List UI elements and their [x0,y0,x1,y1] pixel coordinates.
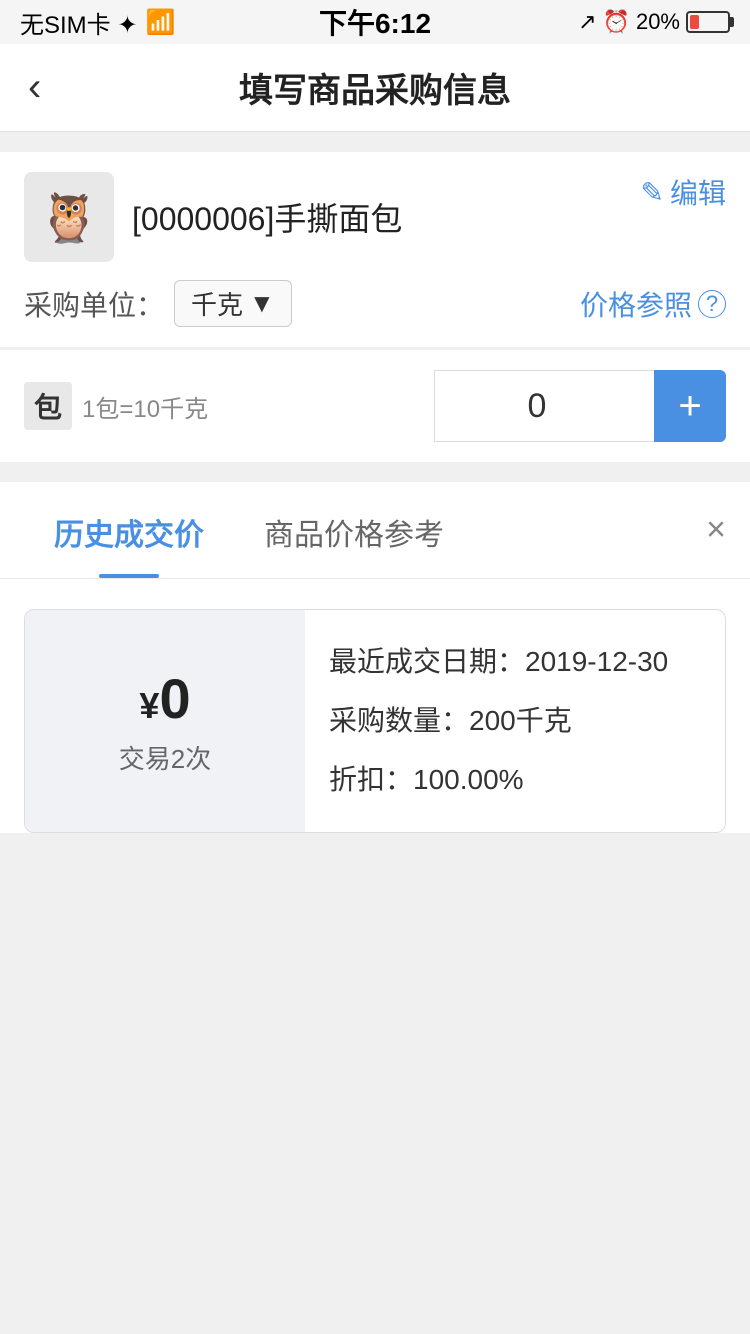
trade-count: 交易2次 [119,739,211,776]
quantity-control: + [434,370,726,442]
trade-price: ¥0 [139,666,190,731]
discount-value: 100.00% [413,764,524,795]
yen-symbol: ¥ [139,685,159,726]
product-unit-row: 采购单位： 千克 ▼ 价格参照 ? [24,280,726,327]
tab-history-label: 历史成交价 [54,519,204,552]
location-icon: ↗ [578,9,596,35]
price-reference-button[interactable]: 价格参照 ? [580,284,726,324]
product-header: 🦉 [0000006]手撕面包 ✎ 编辑 [24,172,726,262]
unit-label: 采购单位： [24,284,164,324]
unit-badge: 包 [24,382,72,430]
tab-price-ref-label: 商品价格参考 [264,519,444,552]
product-image-icon: 🦉 [39,189,99,246]
quantity-unit-info: 包 1包=10千克 [24,382,208,430]
quantity-section: 包 1包=10千克 + [0,349,750,462]
product-card: 🦉 [0000006]手撕面包 ✎ 编辑 采购单位： 千克 ▼ 价格参照 ? [0,152,750,347]
page-title: 填写商品采购信息 [239,63,511,112]
discount-label: 折扣： [329,764,413,795]
tab-price-reference[interactable]: 商品价格参考 [234,482,474,578]
quantity-input[interactable] [434,370,654,442]
status-right: ↗ ⏰ 20% [578,9,730,35]
trade-quantity-row: 采购数量：200千克 [329,699,701,744]
trade-date-row: 最近成交日期：2019-12-30 [329,640,701,685]
battery-icon [686,11,730,33]
trade-discount-row: 折扣：100.00% [329,758,701,803]
quantity-label: 采购数量： [329,705,469,736]
trade-card-right: 最近成交日期：2019-12-30 采购数量：200千克 折扣：100.00% [305,610,725,832]
tab-close-button[interactable]: × [706,511,726,550]
date-value: 2019-12-30 [525,646,668,677]
quantity-plus-button[interactable]: + [654,370,726,442]
trade-card-left: ¥0 交易2次 [25,610,305,832]
nav-bar: ‹ 填写商品采购信息 [0,44,750,132]
unit-value: 千克 [191,285,243,322]
status-bar: 无SIM卡 ✦ 📶 下午6:12 ↗ ⏰ 20% [0,0,750,44]
status-left: 无SIM卡 ✦ 📶 [20,5,175,40]
dropdown-arrow-icon: ▼ [249,288,275,319]
wifi-icon: 📶 [145,8,175,37]
product-name: [0000006]手撕面包 [132,194,402,240]
date-label: 最近成交日期： [329,646,525,677]
product-left: 🦉 [0000006]手撕面包 [24,172,402,262]
edit-icon: ✎ [641,176,664,209]
status-time: 下午6:12 [319,2,431,42]
unit-conversion: 1包=10千克 [82,389,208,424]
tab-history-price[interactable]: 历史成交价 [24,482,234,578]
battery-percent: 20% [636,9,680,35]
trade-card: ¥0 交易2次 最近成交日期：2019-12-30 采购数量：200千克 折扣：… [24,609,726,833]
back-button[interactable]: ‹ [28,65,41,110]
quantity-value: 200千克 [469,705,572,736]
edit-label: 编辑 [670,172,726,212]
help-icon: ? [698,290,726,318]
price-value: 0 [159,667,190,730]
unit-dropdown[interactable]: 千克 ▼ [174,280,292,327]
tab-panel: 历史成交价 商品价格参考 × ¥0 交易2次 最近成交日期：2019-12-30… [0,482,750,833]
product-thumbnail: 🦉 [24,172,114,262]
unit-selector-group: 采购单位： 千克 ▼ [24,280,292,327]
edit-button[interactable]: ✎ 编辑 [641,172,726,212]
price-ref-label: 价格参照 [580,284,692,324]
tab-header: 历史成交价 商品价格参考 × [0,482,750,579]
carrier-text: 无SIM卡 ✦ [20,5,137,40]
alarm-icon: ⏰ [603,9,630,35]
